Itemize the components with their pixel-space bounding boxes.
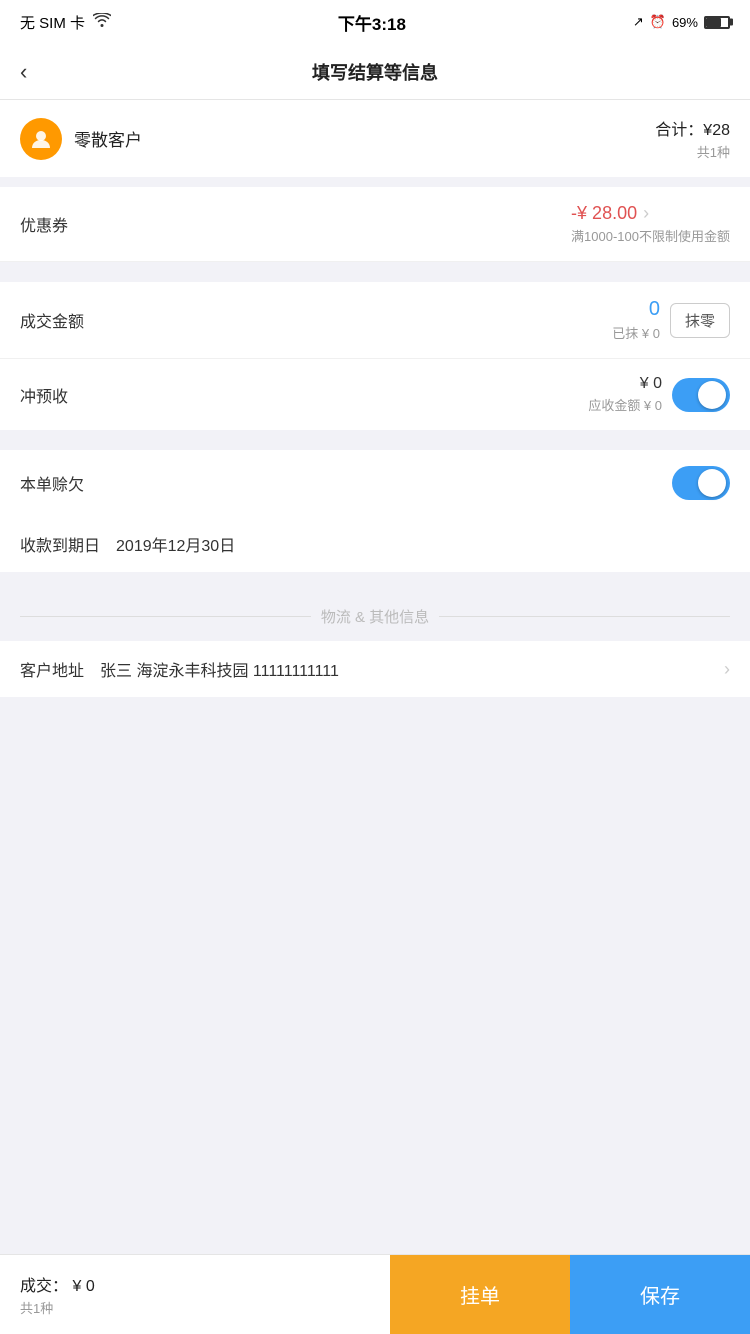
- bottom-transaction-label: 成交：: [20, 1278, 68, 1295]
- status-bar: 无 SIM 卡 下午3:18 ↗ ⏰ 69%: [0, 0, 750, 44]
- prepayment-value-col: ¥ 0 应收金额 ¥ 0: [588, 375, 662, 414]
- debt-label: 本单赊欠: [20, 471, 84, 495]
- section-divider-1: [0, 272, 750, 282]
- bottom-bar: 成交： ¥ 0 共1种 挂单 保存: [0, 1254, 750, 1334]
- prepayment-row: 冲预收 ¥ 0 应收金额 ¥ 0: [0, 359, 750, 430]
- debt-right: [672, 466, 730, 500]
- nav-bar: ‹ 填写结算等信息: [0, 44, 750, 100]
- logistics-label: 物流 & 其他信息: [321, 606, 429, 627]
- status-left: 无 SIM 卡: [20, 12, 111, 33]
- prepayment-amount: ¥ 0: [588, 375, 662, 393]
- save-button[interactable]: 保存: [570, 1255, 750, 1334]
- location-icon: ↗: [633, 14, 644, 30]
- bottom-info: 成交： ¥ 0 共1种: [0, 1272, 390, 1317]
- customer-avatar: [20, 118, 62, 160]
- battery-icon: [704, 16, 730, 29]
- prepayment-label: 冲预收: [20, 383, 68, 407]
- alarm-icon: ⏰: [650, 14, 666, 30]
- transaction-value-col: 0 已抹 ¥ 0: [612, 298, 660, 342]
- coupon-row[interactable]: 优惠券 -¥ 28.00 › 满1000-100不限制使用金额: [0, 187, 750, 262]
- wifi-icon: [93, 13, 111, 31]
- logistics-separator: 物流 & 其他信息: [0, 592, 750, 641]
- customer-left: 零散客户: [20, 118, 142, 160]
- due-date-label: 收款到期日: [20, 532, 100, 556]
- section-divider-3: [0, 582, 750, 592]
- due-date-row: 收款到期日 2019年12月30日: [0, 516, 750, 572]
- transaction-section: 成交金额 0 已抹 ¥ 0 抹零 冲预收 ¥ 0 应收金额 ¥ 0: [0, 282, 750, 430]
- battery-percent: 69%: [672, 15, 698, 30]
- address-value: 张三 海淀永丰科技园 11111111111: [100, 657, 716, 681]
- status-time: 下午3:18: [338, 10, 406, 35]
- address-section: 客户地址 张三 海淀永丰科技园 11111111111 ›: [0, 641, 750, 697]
- bottom-transaction: 成交： ¥ 0: [20, 1272, 370, 1296]
- page-title: 填写结算等信息: [312, 59, 438, 85]
- address-label: 客户地址: [20, 657, 84, 681]
- coupon-description: 满1000-100不限制使用金额: [571, 226, 730, 245]
- customer-count: 共1种: [655, 142, 730, 161]
- hold-button[interactable]: 挂单: [390, 1255, 570, 1334]
- coupon-section: 优惠券 -¥ 28.00 › 满1000-100不限制使用金额: [0, 187, 750, 262]
- no-sim-text: 无 SIM 卡: [20, 12, 85, 33]
- transaction-right: 0 已抹 ¥ 0 抹零: [612, 298, 730, 342]
- prepayment-right: ¥ 0 应收金额 ¥ 0: [588, 375, 730, 414]
- section-divider-2: [0, 440, 750, 450]
- due-date-value: 2019年12月30日: [116, 532, 235, 556]
- prepayment-toggle[interactable]: [672, 378, 730, 412]
- transaction-value: 0: [612, 298, 660, 321]
- coupon-amount: -¥ 28.00: [571, 203, 637, 224]
- address-chevron-icon: ›: [724, 659, 730, 680]
- content: 零散客户 合计：¥28 共1种 优惠券 -¥ 28.00 › 满1000-100…: [0, 100, 750, 797]
- back-button[interactable]: ‹: [20, 59, 27, 85]
- customer-name: 零散客户: [74, 126, 142, 151]
- customer-section: 零散客户 合计：¥28 共1种: [0, 100, 750, 177]
- coupon-chevron-icon: ›: [643, 203, 649, 224]
- transaction-sub: 已抹 ¥ 0: [612, 323, 660, 342]
- bottom-count: 共1种: [20, 1298, 370, 1317]
- round-zero-button[interactable]: 抹零: [670, 303, 730, 338]
- coupon-right: -¥ 28.00 › 满1000-100不限制使用金额: [571, 203, 730, 245]
- customer-right: 合计：¥28 共1种: [655, 116, 730, 161]
- coupon-amount-row: -¥ 28.00 ›: [571, 203, 730, 224]
- bottom-transaction-value: ¥ 0: [72, 1278, 94, 1295]
- prepayment-sub: 应收金额 ¥ 0: [588, 395, 662, 414]
- status-right: ↗ ⏰ 69%: [633, 14, 730, 30]
- transaction-row: 成交金额 0 已抹 ¥ 0 抹零: [0, 282, 750, 359]
- customer-total: 合计：¥28: [655, 116, 730, 140]
- debt-row: 本单赊欠: [0, 450, 750, 516]
- debt-toggle[interactable]: [672, 466, 730, 500]
- address-row[interactable]: 客户地址 张三 海淀永丰科技园 11111111111 ›: [0, 641, 750, 697]
- transaction-label: 成交金额: [20, 308, 84, 332]
- coupon-label: 优惠券: [20, 212, 68, 236]
- debt-section: 本单赊欠 收款到期日 2019年12月30日: [0, 450, 750, 572]
